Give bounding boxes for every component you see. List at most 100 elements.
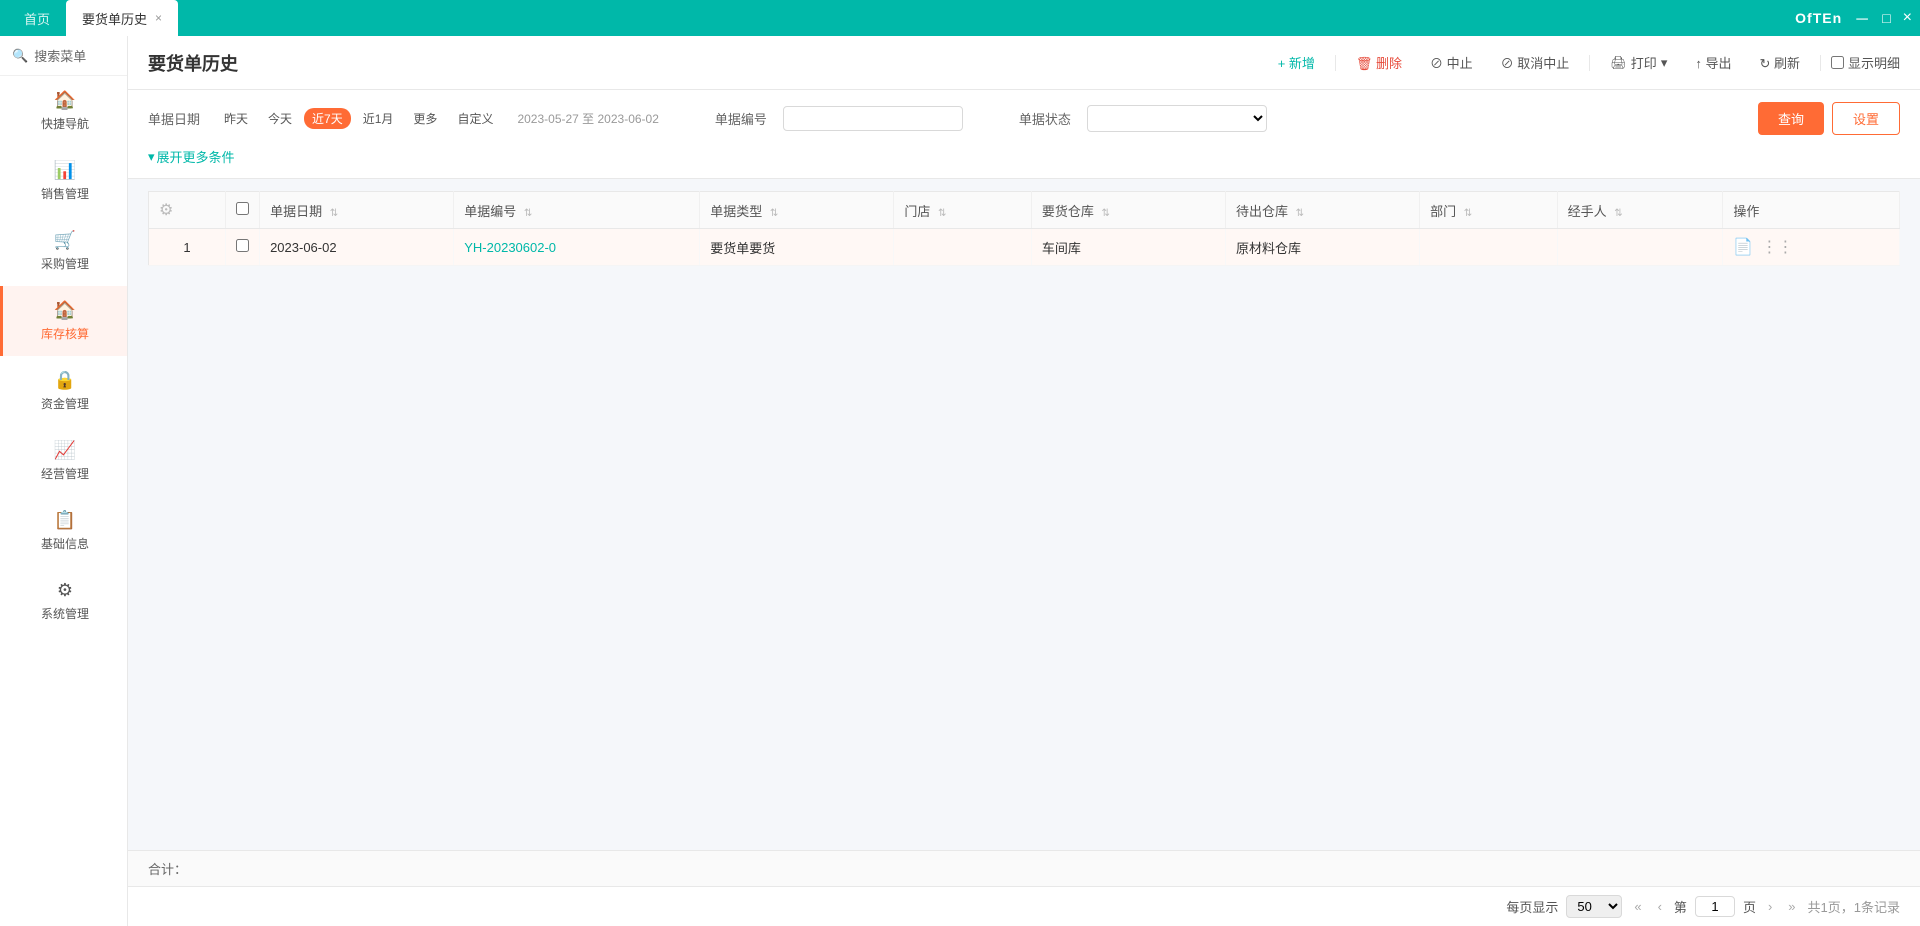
next-group-button[interactable]: » bbox=[1784, 897, 1799, 916]
page-number-input[interactable] bbox=[1695, 896, 1735, 917]
page-size-select[interactable]: 50 10 20 100 bbox=[1566, 895, 1622, 918]
sidebar-item-purchase[interactable]: 🛒 采购管理 bbox=[0, 216, 127, 286]
sort-date-icon[interactable]: ⇅ bbox=[330, 208, 338, 219]
tab-home[interactable]: 首页 bbox=[8, 0, 66, 36]
filter-row-2: ▾ 展开更多条件 bbox=[148, 141, 1900, 166]
sort-store-icon[interactable]: ⇅ bbox=[938, 208, 946, 219]
cancel-stop-button[interactable]: ⊘ 取消中止 bbox=[1491, 48, 1580, 77]
order-no-label: 单据编号 bbox=[715, 109, 767, 128]
table-head: ⚙ 单据日期 ⇅ 单据编号 ⇅ bbox=[149, 192, 1900, 229]
expand-more-btn[interactable]: ▾ 展开更多条件 bbox=[148, 147, 235, 166]
action-buttons: 📄 ⋮⋮ bbox=[1733, 237, 1889, 257]
page-unit: 页 bbox=[1743, 897, 1756, 916]
table-row: 1 2023-06-02 YH-20230602-0 要货单要货 车间库 原材料… bbox=[149, 229, 1900, 266]
shortcut-today[interactable]: 今天 bbox=[260, 108, 300, 129]
column-settings-icon[interactable]: ⚙ bbox=[159, 202, 173, 219]
row-type-cell: 要货单要货 bbox=[700, 229, 894, 266]
select-all-checkbox[interactable] bbox=[236, 202, 249, 215]
table-header-row: ⚙ 单据日期 ⇅ 单据编号 ⇅ bbox=[149, 192, 1900, 229]
window-maximize-button[interactable]: □ bbox=[1882, 10, 1890, 26]
divider-2 bbox=[1589, 55, 1590, 71]
row-date-cell: 2023-06-02 bbox=[260, 229, 454, 266]
stop-button[interactable]: ⊘ 中止 bbox=[1420, 48, 1483, 77]
show-detail-toggle[interactable]: 显示明细 bbox=[1831, 53, 1900, 72]
prev-button[interactable]: ‹ bbox=[1654, 897, 1666, 916]
window-minimize-button[interactable]: － bbox=[1854, 6, 1870, 30]
sidebar-item-basic[interactable]: 📋 基础信息 bbox=[0, 496, 127, 566]
sidebar-item-system[interactable]: ⚙ 系统管理 bbox=[0, 566, 127, 636]
filter-row-1: 单据日期 昨天 今天 近7天 近1月 更多 自定义 2023-05-27 至 2… bbox=[148, 102, 1900, 135]
sidebar: 🔍 搜索菜单 🏠 快捷导航 📊 销售管理 🛒 采购管理 🏠 库存核算 🔒 资金管… bbox=[0, 36, 128, 926]
tab-order-history[interactable]: 要货单历史 × bbox=[66, 0, 178, 36]
shortcut-yesterday[interactable]: 昨天 bbox=[216, 108, 256, 129]
print-button[interactable]: 🖨 打印 ▾ bbox=[1600, 48, 1677, 77]
sort-warehouse-icon[interactable]: ⇅ bbox=[1101, 208, 1109, 219]
show-detail-checkbox[interactable] bbox=[1831, 56, 1844, 69]
date-shortcuts: 昨天 今天 近7天 近1月 更多 自定义 bbox=[216, 108, 501, 129]
sort-order-no-icon[interactable]: ⇅ bbox=[524, 208, 532, 219]
shortcut-1month[interactable]: 近1月 bbox=[355, 108, 402, 129]
sort-dept-icon[interactable]: ⇅ bbox=[1464, 208, 1472, 219]
date-range-display: 2023-05-27 至 2023-06-02 bbox=[517, 110, 658, 127]
col-type: 单据类型 ⇅ bbox=[700, 192, 894, 229]
col-department-label: 部门 bbox=[1430, 204, 1456, 219]
table-footer: 合计： bbox=[128, 850, 1920, 886]
col-warehouse-label: 要货仓库 bbox=[1042, 204, 1094, 219]
shortcut-more[interactable]: 更多 bbox=[405, 108, 445, 129]
sidebar-item-label: 基础信息 bbox=[41, 535, 89, 552]
sidebar-item-quick-nav[interactable]: 🏠 快捷导航 bbox=[0, 76, 127, 146]
table-area: ⚙ 单据日期 ⇅ 单据编号 ⇅ bbox=[128, 179, 1920, 850]
new-button[interactable]: + 新增 bbox=[1268, 48, 1325, 77]
window-close-button[interactable]: × bbox=[1903, 9, 1912, 27]
refresh-button[interactable]: ↻ 刷新 bbox=[1749, 48, 1810, 77]
col-pending-warehouse-label: 待出仓库 bbox=[1236, 204, 1288, 219]
quick-nav-icon: 🏠 bbox=[54, 90, 76, 111]
col-order-no-label: 单据编号 bbox=[464, 204, 516, 219]
delete-button[interactable]: 🗑 删除 bbox=[1346, 48, 1412, 77]
sidebar-item-finance[interactable]: 🔒 资金管理 bbox=[0, 356, 127, 426]
export-button[interactable]: ↑ 导出 bbox=[1685, 48, 1741, 77]
tab-home-label: 首页 bbox=[24, 9, 50, 28]
sort-pending-icon[interactable]: ⇅ bbox=[1296, 208, 1304, 219]
row-action-cell: 📄 ⋮⋮ bbox=[1723, 229, 1900, 266]
print-dropdown-icon: ▾ bbox=[1661, 55, 1668, 71]
sort-type-icon[interactable]: ⇅ bbox=[770, 208, 778, 219]
sidebar-item-sales[interactable]: 📊 销售管理 bbox=[0, 146, 127, 216]
sort-handler-icon[interactable]: ⇅ bbox=[1614, 208, 1622, 219]
page-header: 要货单历史 + 新增 🗑 删除 ⊘ 中止 ⊘ 取消中止 🖨 打印 ▾ ↑ 导出 … bbox=[128, 36, 1920, 90]
content-area: 要货单历史 + 新增 🗑 删除 ⊘ 中止 ⊘ 取消中止 🖨 打印 ▾ ↑ 导出 … bbox=[128, 36, 1920, 926]
row-checkbox-cell bbox=[226, 229, 260, 266]
sidebar-item-inventory[interactable]: 🏠 库存核算 bbox=[0, 286, 127, 356]
sidebar-item-label: 采购管理 bbox=[41, 255, 89, 272]
shortcut-custom[interactable]: 自定义 bbox=[449, 108, 501, 129]
print-icon: 🖨 bbox=[1610, 55, 1627, 71]
edit-icon[interactable]: 📄 bbox=[1733, 237, 1753, 257]
footer-total-label: 合计： bbox=[148, 859, 187, 878]
sidebar-item-label: 销售管理 bbox=[41, 185, 89, 202]
query-button[interactable]: 查询 bbox=[1758, 102, 1824, 135]
filter-actions: 查询 设置 bbox=[1758, 102, 1900, 135]
setting-button[interactable]: 设置 bbox=[1832, 102, 1900, 135]
search-menu[interactable]: 🔍 搜索菜单 bbox=[0, 36, 127, 76]
sales-icon: 📊 bbox=[54, 160, 76, 181]
sidebar-item-label: 库存核算 bbox=[41, 325, 89, 342]
prev-group-button[interactable]: « bbox=[1630, 897, 1645, 916]
top-bar: 首页 要货单历史 × OfTEn － □ × bbox=[0, 0, 1920, 36]
pagination-bar: 每页显示 50 10 20 100 « ‹ 第 页 › » 共1页，1条记录 bbox=[128, 886, 1920, 926]
order-no-input[interactable] bbox=[783, 106, 963, 131]
search-menu-label: 搜索菜单 bbox=[34, 46, 86, 65]
sidebar-item-label: 资金管理 bbox=[41, 395, 89, 412]
next-button[interactable]: › bbox=[1764, 897, 1776, 916]
tab-close-icon[interactable]: × bbox=[155, 11, 162, 25]
date-filter-label: 单据日期 bbox=[148, 109, 200, 128]
row-handler-cell bbox=[1557, 229, 1723, 266]
shortcut-7days[interactable]: 近7天 bbox=[304, 108, 351, 129]
more-icon[interactable]: ⋮⋮ bbox=[1761, 237, 1793, 257]
sidebar-item-label: 经营管理 bbox=[41, 465, 89, 482]
row-warehouse-cell: 车间库 bbox=[1031, 229, 1225, 266]
sidebar-item-operation[interactable]: 📈 经营管理 bbox=[0, 426, 127, 496]
row-checkbox[interactable] bbox=[236, 239, 249, 252]
row-order-no-link[interactable]: YH-20230602-0 bbox=[464, 240, 556, 255]
col-store-label: 门店 bbox=[904, 204, 930, 219]
status-select[interactable] bbox=[1087, 105, 1267, 132]
